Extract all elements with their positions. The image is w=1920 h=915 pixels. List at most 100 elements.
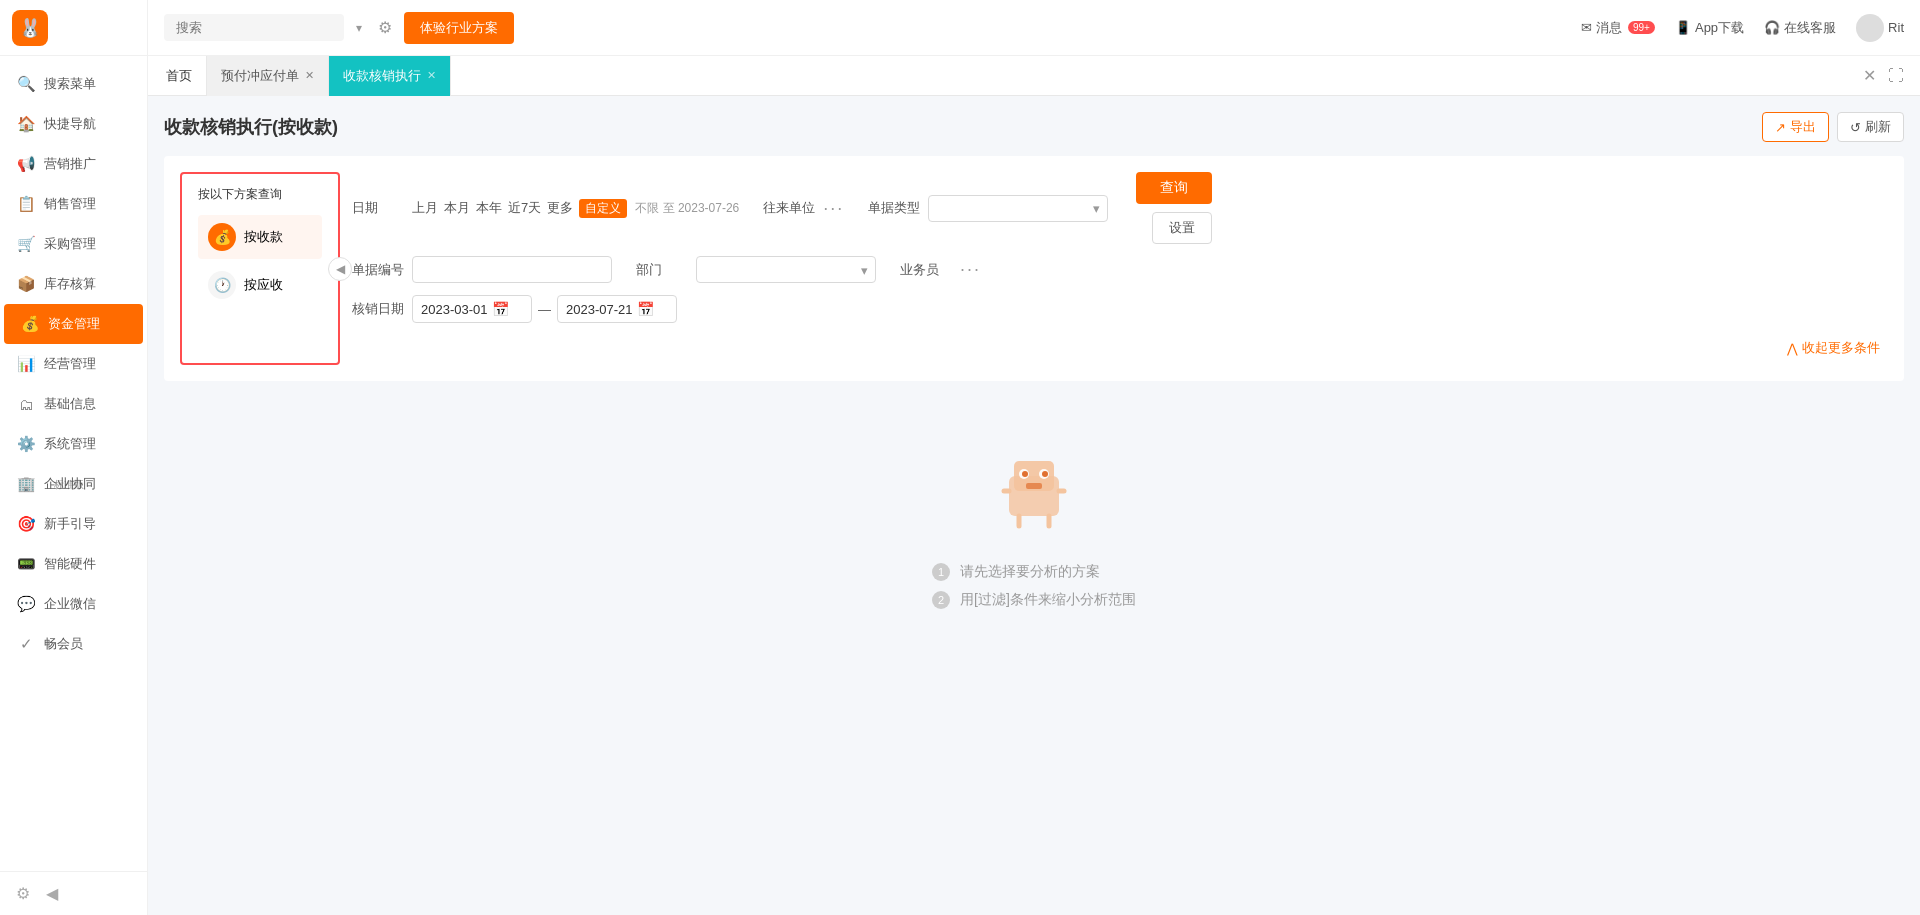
sidebar-item-enterprise[interactable]: 🏢企业协同 [0,464,147,504]
verify-date-end-input[interactable]: 2023-07-21 📅 [557,295,677,323]
industry-solution-button[interactable]: 体验行业方案 [404,12,514,44]
tab-maximize-button[interactable]: ⛶ [1884,63,1908,89]
sidebar-item-system[interactable]: ⚙️ 系统管理 [0,424,147,464]
user-item[interactable]: Rit [1856,14,1904,42]
collapse-arrow-icon: ⋀ [1787,341,1798,356]
app-download-item[interactable]: 📱 App下载 [1675,19,1744,37]
query-option-receivable-label: 按应收 [244,276,283,294]
filter-group-dept: 部门 [636,256,876,283]
tab-collection-close-icon[interactable]: ✕ [427,69,436,82]
dept-select[interactable] [696,256,876,283]
query-panel-collapse-button[interactable]: ◀ [328,257,352,281]
topbar-search-input[interactable] [164,14,344,41]
verify-date-start-input[interactable]: 2023-03-01 📅 [412,295,532,323]
setting-button[interactable]: 设置 [1152,212,1212,244]
sidebar-item-wechat[interactable]: 💬企业微信 [0,584,147,624]
sidebar-item-wechat-label: 企业微信 [44,595,96,613]
sidebar-item-shortcut[interactable]: 🏠快捷导航 [0,104,147,144]
message-label: 消息 [1596,19,1622,37]
filter-right: 日期 上月 本月 本年 近7天 更多 自定义 不限 至 2023-07-26 往… [352,172,1888,365]
topbar-gear-icon[interactable]: ⚙ [378,18,392,37]
salesperson-dots-icon[interactable]: ··· [960,259,981,280]
empty-tip-1: 1 请先选择要分析的方案 [932,557,1136,585]
message-item[interactable]: ✉ 消息 99+ [1581,19,1655,37]
query-option-by-receivable[interactable]: 🕐 按应收 [198,263,322,307]
topbar: ▾ ⚙ 体验行业方案 ✉ 消息 99+ 📱 App下载 🎧 在线客服 Rit [148,0,1920,56]
sidebar-item-newbie[interactable]: 🎯 新手引导 [0,504,147,544]
tab-home-label: 首页 [166,67,192,85]
filter-row-2: 单据编号 部门 业务员 ··· [352,256,1888,283]
query-button[interactable]: 查询 [1136,172,1212,204]
sidebar-item-hardware-icon: 📟 [16,554,36,574]
sidebar-item-basic-icon: 🗂 [16,394,36,414]
settings-footer-icon[interactable]: ⚙ [16,884,30,903]
date-link-7days[interactable]: 近7天 [508,199,541,218]
page-header: 收款核销执行(按收款) ↗ 导出 ↺ 刷新 [164,112,1904,142]
date-custom-badge[interactable]: 自定义 [579,199,627,218]
sidebar-item-sales[interactable]: 📋 销售管理 [0,184,147,224]
sidebar-item-newbie-icon: 🎯 [16,514,36,534]
query-option-collection-icon: 💰 [208,223,236,251]
collapse-more-button[interactable]: ⋀ 收起更多条件 [1779,335,1888,361]
sidebar-item-sales-label: 销售管理 [44,195,96,213]
tip-text-1: 请先选择要分析的方案 [960,563,1100,579]
sidebar-item-system-label: 系统管理 [44,435,96,453]
refresh-icon: ↺ [1850,120,1861,135]
sidebar-item-member[interactable]: ✓畅会员 [0,624,147,664]
tab-collection[interactable]: 收款核销执行 ✕ [329,56,451,96]
sidebar-item-hardware[interactable]: 📟 智能硬件 [0,544,147,584]
tab-prepay[interactable]: 预付冲应付单 ✕ [207,56,329,96]
date-link-more[interactable]: 更多 [547,199,573,218]
verify-date-end-value: 2023-07-21 [566,302,633,317]
sidebar-item-search-icon: 🔍 [16,74,36,94]
topbar-chevron-icon[interactable]: ▾ [356,21,362,35]
online-service-item[interactable]: 🎧 在线客服 [1764,19,1836,37]
sidebar-item-marketing[interactable]: 📢营销推广 [0,144,147,184]
doc-type-select[interactable] [928,195,1108,222]
svg-point-4 [1022,471,1028,477]
sidebar-item-marketing-icon: 📢 [16,154,36,174]
doc-no-input[interactable] [412,256,612,283]
tab-close-all-button[interactable]: ✕ [1859,62,1880,89]
filter-section: 按以下方案查询 💰 按收款 🕐 按应收 ◀ 日期 [164,156,1904,381]
user-name: Rit [1888,20,1904,35]
counterpart-dots-icon[interactable]: ··· [823,198,844,219]
sidebar-item-inventory[interactable]: 📦库存核算 [0,264,147,304]
date-link-this-year[interactable]: 本年 [476,199,502,218]
sidebar-item-inventory-label: 库存核算 [44,275,96,293]
collapse-label: 收起更多条件 [1802,339,1880,357]
sidebar-item-purchase[interactable]: 🛒采购管理 [0,224,147,264]
message-icon: ✉ [1581,20,1592,35]
svg-rect-6 [1026,483,1042,489]
sidebar-item-newbie-label: 新手引导 [44,515,96,533]
filter-group-salesperson: 业务员 ··· [900,259,981,280]
verify-date-end-cal-icon[interactable]: 📅 [637,301,654,317]
tab-prepay-close-icon[interactable]: ✕ [305,69,314,82]
svg-point-5 [1042,471,1048,477]
verify-date-start-cal-icon[interactable]: 📅 [492,301,509,317]
date-link-this-month[interactable]: 本月 [444,199,470,218]
app-download-label: App下载 [1695,19,1744,37]
refresh-button[interactable]: ↺ 刷新 [1837,112,1904,142]
query-option-by-collection[interactable]: 💰 按收款 [198,215,322,259]
sidebar-item-search[interactable]: 🔍搜索菜单 [0,64,147,104]
verify-date-range: 2023-03-01 📅 — 2023-07-21 📅 [412,295,677,323]
sidebar-item-finance[interactable]: 💰资金管理 [4,304,143,344]
sidebar-item-basic[interactable]: 🗂基础信息 [0,384,147,424]
export-button[interactable]: ↗ 导出 [1762,112,1829,142]
sidebar: 🐰 畅捷通好生意 标准版 🔍搜索菜单🏠快捷导航📢营销推广📋销售管理🛒采购管理📦库… [0,0,148,915]
tip-num-1: 1 [932,563,950,581]
sidebar-item-sales-icon: 📋 [16,194,36,214]
empty-illustration [984,441,1084,541]
sidebar-item-business[interactable]: 📊经营管理 [0,344,147,384]
verify-date-dash: — [538,302,551,317]
date-link-last-month[interactable]: 上月 [412,199,438,218]
sidebar-item-hardware-label: 智能硬件 [44,555,96,573]
tab-home[interactable]: 首页 [152,56,207,96]
sidebar-item-finance-icon: 💰 [20,314,40,334]
collapse-footer-icon[interactable]: ◀ [46,884,58,903]
message-badge: 99+ [1628,21,1655,34]
counterpart-label: 往来单位 [763,199,815,217]
content-area: 收款核销执行(按收款) ↗ 导出 ↺ 刷新 按以下方案查询 💰 按收款 [148,96,1920,915]
sidebar-item-system-icon: ⚙️ [16,434,36,454]
